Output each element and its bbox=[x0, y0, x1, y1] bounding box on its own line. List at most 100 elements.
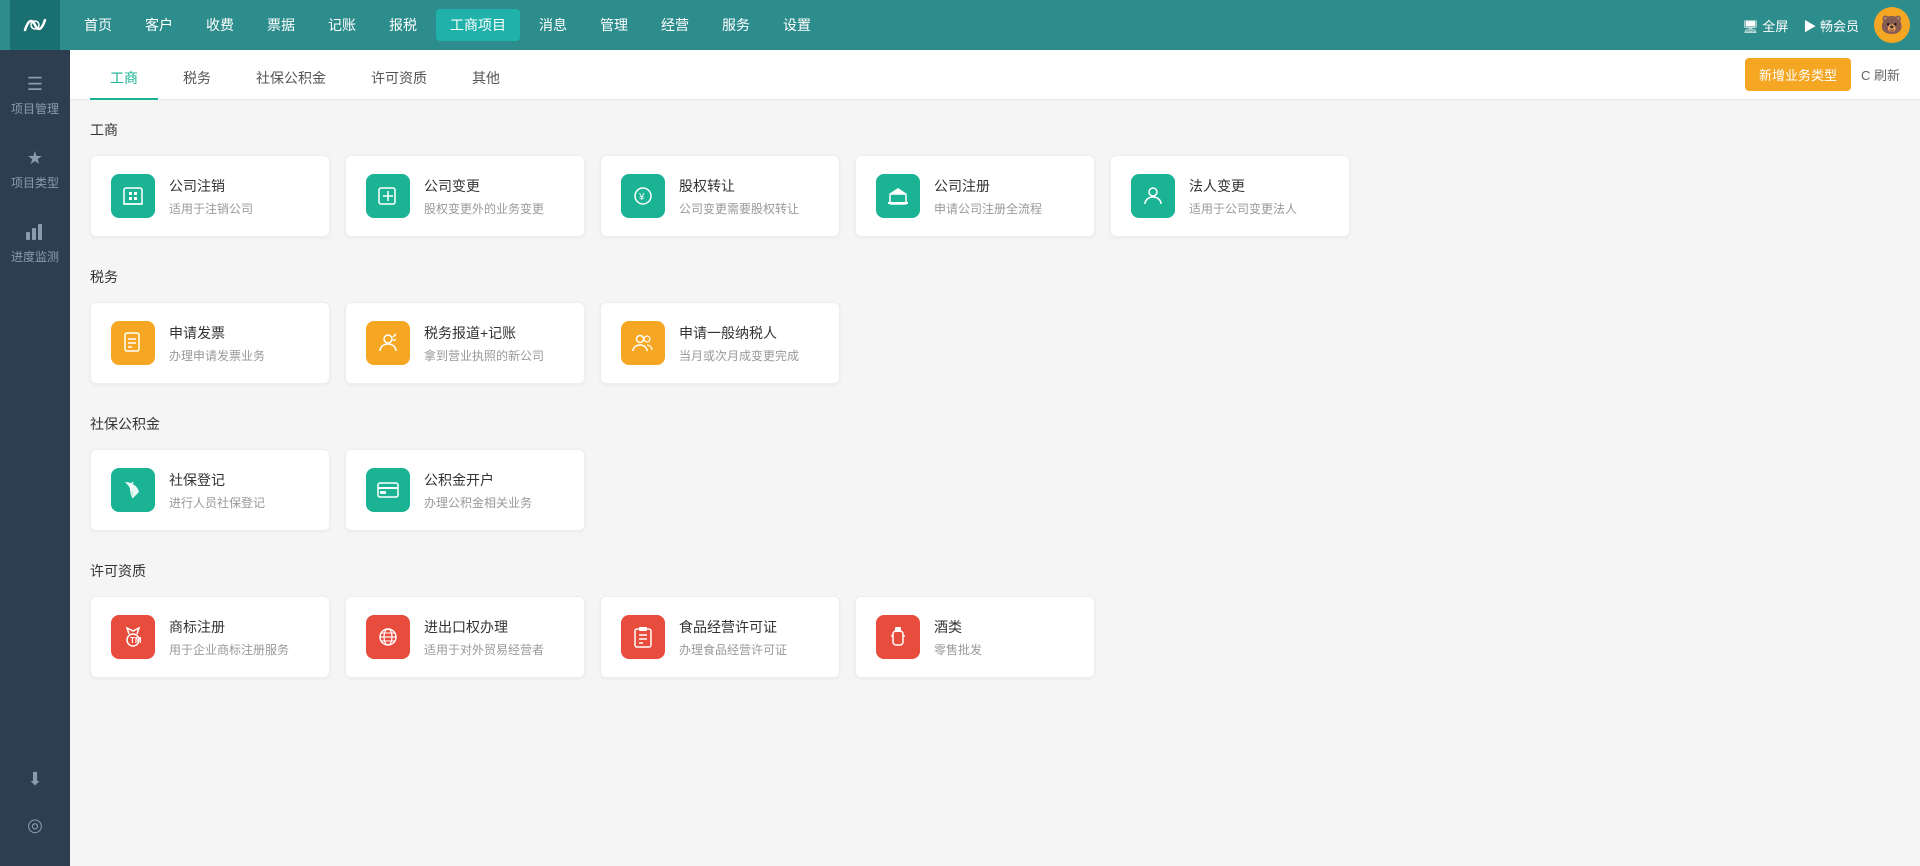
card-酒类[interactable]: 酒类零售批发 bbox=[855, 596, 1095, 678]
card-股权转让[interactable]: ¥股权转让公司变更需要股权转让 bbox=[600, 155, 840, 237]
nav-item-首页[interactable]: 首页 bbox=[70, 9, 126, 41]
card-title-申请一般纳税人: 申请一般纳税人 bbox=[679, 323, 819, 343]
card-申请一般纳税人[interactable]: 申请一般纳税人当月或次月成变更完成 bbox=[600, 302, 840, 384]
sidebar-item-project-mgmt[interactable]: ☰ 项目管理 bbox=[0, 60, 70, 129]
tab-gongshang[interactable]: 工商 bbox=[90, 58, 158, 100]
card-title-股权转让: 股权转让 bbox=[679, 176, 819, 196]
card-法人变更[interactable]: 法人变更适用于公司变更法人 bbox=[1110, 155, 1350, 237]
tab-shebao[interactable]: 社保公积金 bbox=[236, 58, 346, 100]
card-desc-酒类: 零售批发 bbox=[934, 641, 1074, 658]
card-title-公司注册: 公司注册 bbox=[934, 176, 1074, 196]
card-icon-公司注销 bbox=[111, 174, 155, 218]
card-desc-申请一般纳税人: 当月或次月成变更完成 bbox=[679, 347, 819, 364]
card-text-公司注销: 公司注销适用于注销公司 bbox=[169, 176, 309, 217]
sidebar-label-progress: 进度监测 bbox=[11, 248, 59, 265]
card-title-酒类: 酒类 bbox=[934, 617, 1074, 637]
nav-item-报税[interactable]: 报税 bbox=[375, 9, 431, 41]
card-icon-公司注册 bbox=[876, 174, 920, 218]
progress-icon bbox=[23, 220, 47, 244]
card-icon-酒类 bbox=[876, 615, 920, 659]
card-text-公积金开户: 公积金开户办理公积金相关业务 bbox=[424, 470, 564, 511]
nav-item-工商项目[interactable]: 工商项目 bbox=[436, 9, 520, 41]
fullscreen-btn[interactable]: 🖥 全屏 bbox=[1742, 16, 1788, 35]
card-desc-公司注销: 适用于注销公司 bbox=[169, 200, 309, 217]
project-mgmt-icon: ☰ bbox=[23, 72, 47, 96]
card-icon-法人变更 bbox=[1131, 174, 1175, 218]
content-scroll: 工商公司注销适用于注销公司公司变更股权变更外的业务变更¥股权转让公司变更需要股权… bbox=[70, 100, 1920, 866]
sidebar-location-btn[interactable]: ◎ bbox=[0, 805, 70, 846]
cards-grid-社保公积金: 社保登记进行人员社保登记 公积金开户办理公积金相关业务 bbox=[90, 449, 1900, 531]
card-title-申请发票: 申请发票 bbox=[169, 323, 309, 343]
nav-item-消息[interactable]: 消息 bbox=[525, 9, 581, 41]
card-icon-社保登记 bbox=[111, 468, 155, 512]
card-公司注册[interactable]: 公司注册申请公司注册全流程 bbox=[855, 155, 1095, 237]
svg-text:¥: ¥ bbox=[638, 192, 645, 203]
tabs: 工商 税务 社保公积金 许可资质 其他 bbox=[90, 50, 520, 99]
card-icon-股权转让: ¥ bbox=[621, 174, 665, 218]
card-text-商标注册: 商标注册用于企业商标注册服务 bbox=[169, 617, 309, 658]
card-icon-商标注册: TM bbox=[111, 615, 155, 659]
card-text-进出口权办理: 进出口权办理适用于对外贸易经营者 bbox=[424, 617, 564, 658]
nav-item-服务[interactable]: 服务 bbox=[708, 9, 764, 41]
card-desc-食品经营许可证: 办理食品经营许可证 bbox=[679, 641, 819, 658]
avatar[interactable]: 🐻 bbox=[1874, 7, 1910, 43]
card-公司注销[interactable]: 公司注销适用于注销公司 bbox=[90, 155, 330, 237]
sidebar-item-project-type[interactable]: ★ 项目类型 bbox=[0, 134, 70, 203]
card-desc-社保登记: 进行人员社保登记 bbox=[169, 494, 309, 511]
sidebar-item-progress[interactable]: 进度监测 bbox=[0, 208, 70, 277]
cards-grid-税务: 申请发票办理申请发票业务 税务报道+记账拿到营业执照的新公司 申请一般纳税人当月或次… bbox=[90, 302, 1900, 384]
card-税务报道+记账[interactable]: 税务报道+记账拿到营业执照的新公司 bbox=[345, 302, 585, 384]
card-icon-申请一般纳税人 bbox=[621, 321, 665, 365]
card-icon-税务报道+记账 bbox=[366, 321, 410, 365]
logo bbox=[10, 0, 60, 50]
tab-shuiwu[interactable]: 税务 bbox=[163, 58, 231, 100]
tab-xuke[interactable]: 许可资质 bbox=[351, 58, 447, 100]
add-type-button[interactable]: 新增业务类型 bbox=[1745, 58, 1851, 91]
card-公积金开户[interactable]: 公积金开户办理公积金相关业务 bbox=[345, 449, 585, 531]
cards-grid-许可资质: TM 商标注册用于企业商标注册服务 进出口权办理适用于对外贸易经营者 食品经营许可证办… bbox=[90, 596, 1900, 678]
card-desc-进出口权办理: 适用于对外贸易经营者 bbox=[424, 641, 564, 658]
card-desc-申请发票: 办理申请发票业务 bbox=[169, 347, 309, 364]
card-title-进出口权办理: 进出口权办理 bbox=[424, 617, 564, 637]
content-area: 工商 税务 社保公积金 许可资质 其他 新增业务类型 C 刷新 工商公司注销适用… bbox=[70, 50, 1920, 866]
nav-item-票据[interactable]: 票据 bbox=[253, 9, 309, 41]
card-title-公司变更: 公司变更 bbox=[424, 176, 564, 196]
nav-right: 🖥 全屏 ▶ 畅会员 🐻 bbox=[1742, 7, 1910, 43]
tab-other[interactable]: 其他 bbox=[452, 58, 520, 100]
nav-item-设置[interactable]: 设置 bbox=[769, 9, 825, 41]
nav-item-客户[interactable]: 客户 bbox=[131, 9, 187, 41]
card-desc-税务报道+记账: 拿到营业执照的新公司 bbox=[424, 347, 564, 364]
card-title-商标注册: 商标注册 bbox=[169, 617, 309, 637]
card-text-税务报道+记账: 税务报道+记账拿到营业执照的新公司 bbox=[424, 323, 564, 364]
card-title-法人变更: 法人变更 bbox=[1189, 176, 1329, 196]
sidebar: ☰ 项目管理 ★ 项目类型 进度监测 ⬇ ◎ bbox=[0, 50, 70, 866]
card-desc-公司变更: 股权变更外的业务变更 bbox=[424, 200, 564, 217]
card-text-申请一般纳税人: 申请一般纳税人当月或次月成变更完成 bbox=[679, 323, 819, 364]
card-text-法人变更: 法人变更适用于公司变更法人 bbox=[1189, 176, 1329, 217]
main-layout: ☰ 项目管理 ★ 项目类型 进度监测 ⬇ ◎ 工商 bbox=[0, 50, 1920, 866]
card-title-公积金开户: 公积金开户 bbox=[424, 470, 564, 490]
card-icon-公积金开户 bbox=[366, 468, 410, 512]
nav-item-经营[interactable]: 经营 bbox=[647, 9, 703, 41]
card-申请发票[interactable]: 申请发票办理申请发票业务 bbox=[90, 302, 330, 384]
card-text-食品经营许可证: 食品经营许可证办理食品经营许可证 bbox=[679, 617, 819, 658]
card-text-公司注册: 公司注册申请公司注册全流程 bbox=[934, 176, 1074, 217]
card-公司变更[interactable]: 公司变更股权变更外的业务变更 bbox=[345, 155, 585, 237]
card-title-公司注销: 公司注销 bbox=[169, 176, 309, 196]
nav-item-记账[interactable]: 记账 bbox=[314, 9, 370, 41]
cards-grid-工商: 公司注销适用于注销公司公司变更股权变更外的业务变更¥股权转让公司变更需要股权转让… bbox=[90, 155, 1900, 237]
card-text-社保登记: 社保登记进行人员社保登记 bbox=[169, 470, 309, 511]
refresh-button[interactable]: C 刷新 bbox=[1861, 65, 1900, 84]
section-title-许可资质: 许可资质 bbox=[90, 561, 1900, 581]
vip-btn[interactable]: ▶ 畅会员 bbox=[1803, 16, 1859, 35]
svg-text:TM: TM bbox=[130, 636, 142, 645]
card-食品经营许可证[interactable]: 食品经营许可证办理食品经营许可证 bbox=[600, 596, 840, 678]
nav-item-管理[interactable]: 管理 bbox=[586, 9, 642, 41]
card-商标注册[interactable]: TM 商标注册用于企业商标注册服务 bbox=[90, 596, 330, 678]
card-icon-食品经营许可证 bbox=[621, 615, 665, 659]
sidebar-download-btn[interactable]: ⬇ bbox=[0, 759, 70, 800]
card-icon-进出口权办理 bbox=[366, 615, 410, 659]
nav-item-收费[interactable]: 收费 bbox=[192, 9, 248, 41]
card-社保登记[interactable]: 社保登记进行人员社保登记 bbox=[90, 449, 330, 531]
card-进出口权办理[interactable]: 进出口权办理适用于对外贸易经营者 bbox=[345, 596, 585, 678]
